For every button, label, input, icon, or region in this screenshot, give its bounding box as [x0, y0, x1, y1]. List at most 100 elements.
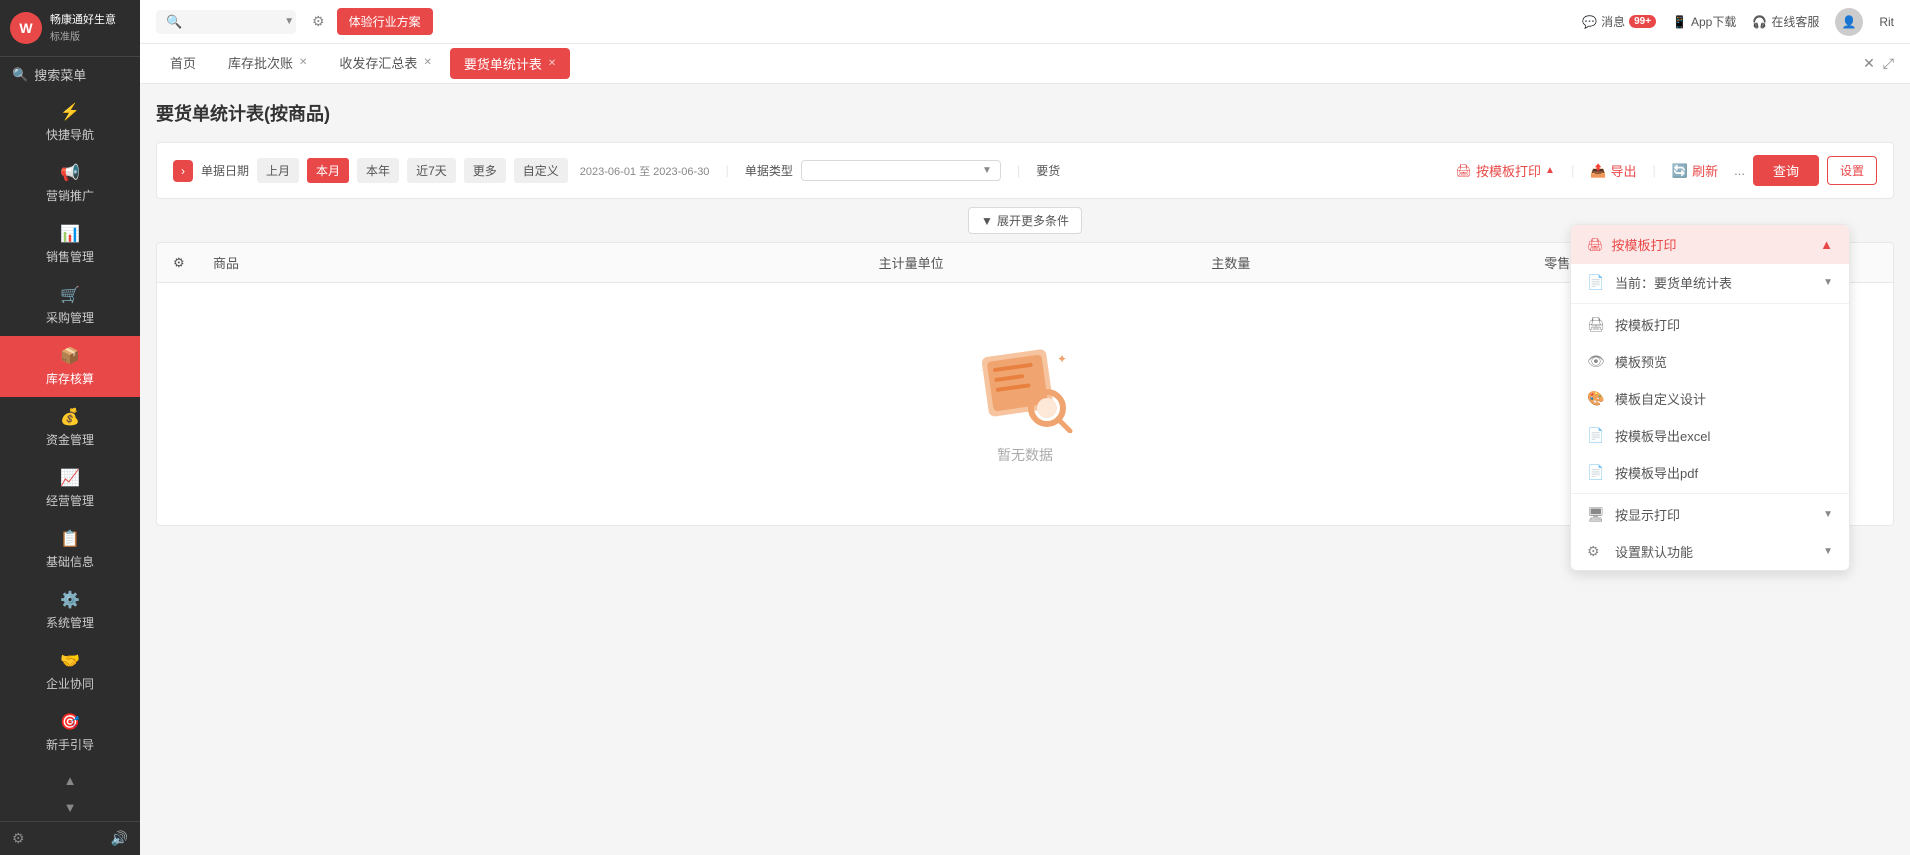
toolbar-dots[interactable]: ... — [1734, 163, 1745, 178]
app-logo-icon: W — [10, 12, 42, 44]
sidebar-item-label: 营销推广 — [46, 187, 94, 204]
date-btn-7days[interactable]: 近7天 — [407, 158, 456, 183]
app-download-item[interactable]: 📱 App下载 — [1672, 13, 1736, 30]
message-item[interactable]: 💬 消息 99+ — [1582, 13, 1656, 30]
refresh-btn[interactable]: 🔄 刷新 — [1672, 161, 1718, 180]
print-current-template[interactable]: 📄 当前：要货单统计表 ▼ — [1571, 264, 1849, 301]
sidebar-item-label: 销售管理 — [46, 248, 94, 265]
refresh-label: 刷新 — [1692, 161, 1718, 180]
sidebar-scroll-up[interactable]: ▲ — [0, 767, 140, 794]
sidebar-item-label: 企业协同 — [46, 675, 94, 692]
filter-divider2: | — [1017, 163, 1020, 178]
tab-maximize-icon[interactable]: ⤢ — [1883, 55, 1894, 72]
expand-more-button[interactable]: ▼ 展开更多条件 — [968, 207, 1082, 234]
dropdown-template-preview[interactable]: 👁 模板预览 — [1571, 343, 1849, 380]
customer-service-item[interactable]: 🎧 在线客服 — [1752, 13, 1819, 30]
footer-settings-icon[interactable]: ⚙ — [12, 830, 25, 847]
sidebar-search-label: 搜索菜单 — [34, 65, 86, 84]
default-func-left: ⚙ 设置默认功能 — [1587, 542, 1693, 561]
sidebar-item-quick-nav[interactable]: ⚡ 快捷导航 — [0, 92, 140, 153]
toolbar-divider: | — [1571, 163, 1574, 178]
filter-yaohuo-label: 要货 — [1036, 162, 1060, 179]
sidebar-item-label: 新手引导 — [46, 736, 94, 753]
user-name: Rit — [1879, 15, 1894, 29]
filter-expand-icon[interactable]: › — [173, 160, 193, 182]
export-label: 导出 — [1611, 161, 1637, 180]
sidebar-item-operation[interactable]: 📈 经营管理 — [0, 458, 140, 519]
sidebar-item-sales[interactable]: 📊 销售管理 — [0, 214, 140, 275]
settings-button[interactable]: 设置 — [1827, 156, 1877, 185]
default-func-icon: ⚙ — [1587, 543, 1605, 560]
experience-button[interactable]: 体验行业方案 — [337, 8, 433, 35]
print-dropdown-printer-icon: 🖨 — [1587, 237, 1604, 253]
operation-icon: 📈 — [60, 468, 80, 488]
topbar-search-input[interactable] — [188, 15, 278, 29]
marketing-icon: 📢 — [60, 163, 80, 183]
sidebar-item-basic[interactable]: 📋 基础信息 — [0, 519, 140, 580]
sidebar-item-finance[interactable]: 💰 资金管理 — [0, 397, 140, 458]
sales-icon: 📊 — [60, 224, 80, 244]
print-dropdown-toggle-icon[interactable]: ▲ — [1545, 165, 1555, 176]
expand-more-label: 展开更多条件 — [997, 212, 1069, 229]
date-btn-this-month[interactable]: 本月 — [307, 158, 349, 183]
col-settings-icon[interactable]: ⚙ — [173, 255, 185, 271]
sidebar-item-label: 系统管理 — [46, 614, 94, 631]
query-button[interactable]: 查询 — [1753, 155, 1819, 186]
display-print-label: 按显示打印 — [1615, 505, 1680, 524]
search-icon: 🔍 — [12, 67, 28, 83]
sidebar-item-inventory[interactable]: 📦 库存核算 — [0, 336, 140, 397]
date-btn-this-year[interactable]: 本年 — [357, 158, 399, 183]
tab-batch-account-close[interactable]: ✕ — [299, 57, 307, 68]
sidebar-item-marketing[interactable]: 📢 营销推广 — [0, 153, 140, 214]
dropdown-default-func[interactable]: ⚙ 设置默认功能 ▼ — [1571, 533, 1849, 570]
export-btn[interactable]: 📤 导出 — [1590, 161, 1636, 180]
col-qty: 主数量 — [1211, 253, 1544, 272]
topbar-search-box[interactable]: 🔍 ▼ — [156, 10, 296, 34]
empty-state-text: 暂无数据 — [997, 445, 1053, 465]
sidebar-scroll-down[interactable]: ▼ — [0, 794, 140, 821]
tab-order-stats-close[interactable]: ✕ — [548, 58, 556, 69]
col-product-label: 商品 — [213, 253, 239, 272]
tab-close-window-icon[interactable]: ✕ — [1863, 55, 1875, 72]
message-label: 消息 — [1601, 13, 1625, 30]
sidebar-item-system[interactable]: ⚙️ 系统管理 — [0, 580, 140, 641]
tab-batch-account[interactable]: 库存批次账 ✕ — [214, 47, 321, 80]
footer-speaker-icon[interactable]: 🔊 — [111, 830, 128, 847]
basic-icon: 📋 — [60, 529, 80, 549]
date-btn-custom[interactable]: 自定义 — [514, 158, 568, 183]
col-unit: 主计量单位 — [879, 253, 1212, 272]
date-btn-last-month[interactable]: 上月 — [257, 158, 299, 183]
sidebar-item-cooperation[interactable]: 🤝 企业协同 — [0, 641, 140, 702]
tab-home[interactable]: 首页 — [156, 47, 210, 80]
sidebar-search[interactable]: 🔍 搜索菜单 — [0, 57, 140, 92]
template-print-icon: 🖨 — [1587, 316, 1605, 333]
dropdown-display-print[interactable]: 🖥 按显示打印 ▼ — [1571, 496, 1849, 533]
template-print-label: 按模板打印 — [1615, 315, 1680, 334]
tab-collect-summary-close[interactable]: ✕ — [423, 57, 431, 68]
topbar-gear-icon[interactable]: ⚙ — [312, 13, 325, 30]
col-qty-label: 主数量 — [1211, 253, 1250, 272]
print-dropdown-close-icon[interactable]: ▲ — [1820, 237, 1833, 252]
dropdown-template-design[interactable]: 🎨 模板自定义设计 — [1571, 380, 1849, 417]
tab-collect-summary[interactable]: 收发存汇总表 ✕ — [325, 47, 445, 80]
toolbar-divider2: | — [1653, 163, 1656, 178]
dropdown-template-excel[interactable]: 📄 按模板导出excel — [1571, 417, 1849, 454]
empty-icon: ✦ · — [975, 343, 1075, 433]
empty-svg: ✦ · — [975, 343, 1075, 433]
topbar-search-dropdown-icon[interactable]: ▼ — [284, 16, 294, 27]
print-dropdown-title: 按模板打印 — [1612, 235, 1677, 254]
dropdown-template-print[interactable]: 🖨 按模板打印 — [1571, 306, 1849, 343]
tab-order-stats[interactable]: 要货单统计表 ✕ — [450, 48, 570, 79]
tab-actions: ✕ ⤢ — [1863, 55, 1894, 72]
col-settings[interactable]: ⚙ — [173, 255, 213, 271]
template-pdf-icon: 📄 — [1587, 464, 1605, 481]
sidebar-item-purchase[interactable]: 🛒 采购管理 — [0, 275, 140, 336]
filter-type-select[interactable]: ▼ — [801, 160, 1001, 181]
sidebar-item-guide[interactable]: 🎯 新手引导 — [0, 702, 140, 763]
print-template-btn[interactable]: 🖨 按模板打印 ▲ — [1456, 161, 1555, 180]
dropdown-template-pdf[interactable]: 📄 按模板导出pdf — [1571, 454, 1849, 491]
filter-bar: › 单据日期 上月 本月 本年 近7天 更多 自定义 2023-06-01 至 … — [156, 142, 1894, 199]
user-avatar[interactable]: 👤 — [1835, 8, 1863, 36]
date-btn-more[interactable]: 更多 — [464, 158, 506, 183]
template-pdf-label: 按模板导出pdf — [1615, 463, 1698, 482]
